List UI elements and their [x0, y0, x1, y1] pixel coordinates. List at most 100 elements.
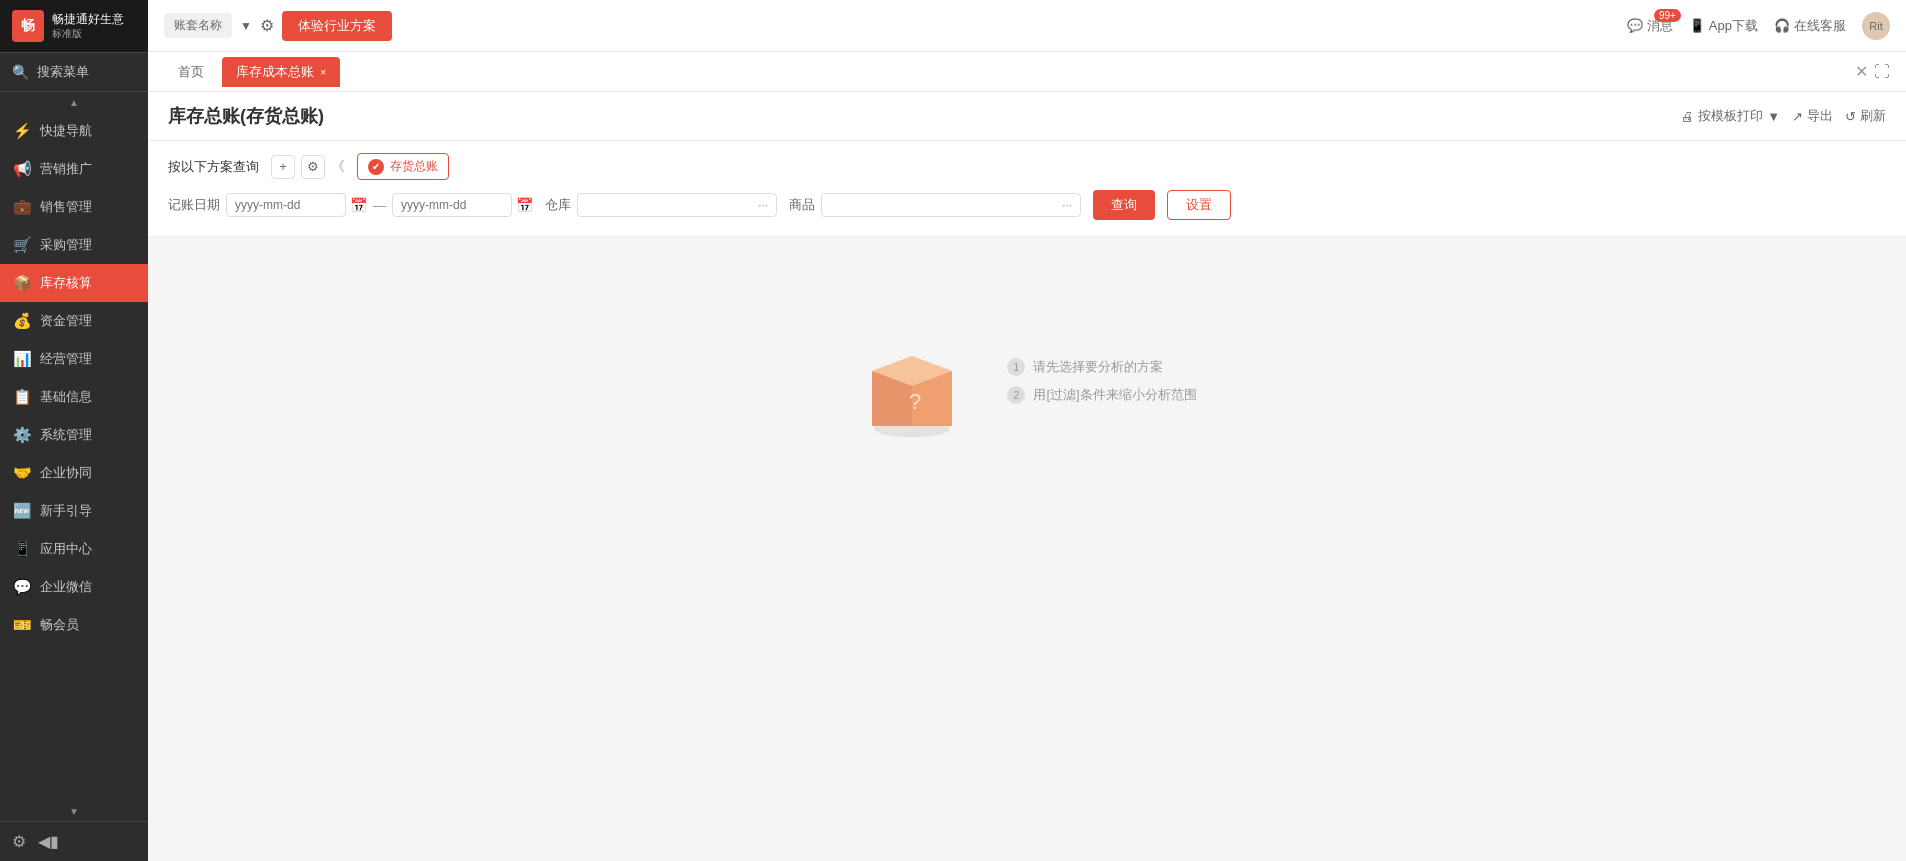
nav-icon-wechat: 💬 [12, 578, 32, 596]
logo-text: 畅捷通好生意 标准版 [52, 11, 124, 42]
date-end-wrap: 📅 [392, 193, 533, 217]
online-service-label: 在线客服 [1794, 17, 1846, 35]
sidebar-footer: ⚙ ◀▮ [0, 821, 148, 861]
warehouse-label: 仓库 [545, 196, 571, 214]
trial-button[interactable]: 体验行业方案 [282, 11, 392, 41]
user-avatar[interactable]: Rit [1862, 12, 1890, 40]
sidebar-item-app-center[interactable]: 📱 应用中心 [0, 530, 148, 568]
scroll-up-arrow[interactable]: ▲ [0, 92, 148, 112]
sidebar-item-marketing[interactable]: 📢 营销推广 [0, 150, 148, 188]
query-button[interactable]: 查询 [1093, 190, 1155, 220]
sidebar-item-member[interactable]: 🎫 畅会员 [0, 606, 148, 644]
panel-expand-button[interactable]: ⛶ [1874, 63, 1890, 81]
export-button[interactable]: ↗ 导出 [1792, 107, 1833, 125]
nav-label-guide: 新手引导 [40, 502, 92, 520]
nav-icon-inventory: 📦 [12, 274, 32, 292]
sidebar-item-cooperation[interactable]: 🤝 企业协同 [0, 454, 148, 492]
sidebar-item-sales[interactable]: 💼 销售管理 [0, 188, 148, 226]
product-input-wrap: ··· [821, 193, 1081, 217]
filter-add-button[interactable]: + [271, 155, 295, 179]
sidebar-item-wechat[interactable]: 💬 企业微信 [0, 568, 148, 606]
tab-home[interactable]: 首页 [164, 57, 218, 87]
sidebar-item-guide[interactable]: 🆕 新手引导 [0, 492, 148, 530]
sidebar-item-basic-info[interactable]: 📋 基础信息 [0, 378, 148, 416]
sidebar: 畅 畅捷通好生意 标准版 🔍 搜索菜单 ▲ ⚡ 快捷导航 📢 营销推广 💼 销售… [0, 0, 148, 861]
page-content: 库存总账(存货总账) 🖨 按模板打印 ▼ ↗ 导出 ↺ 刷新 [148, 92, 1906, 861]
search-icon: 🔍 [12, 64, 29, 80]
nav-icon-basic-info: 📋 [12, 388, 32, 406]
warehouse-more-button[interactable]: ··· [758, 198, 768, 212]
tab-close-panel: ✕ ⛶ [1855, 62, 1890, 81]
export-icon: ↗ [1792, 109, 1803, 124]
nav-label-member: 畅会员 [40, 616, 79, 634]
scroll-down-arrow[interactable]: ▼ [0, 801, 148, 821]
product-more-button[interactable]: ··· [1062, 198, 1072, 212]
print-icon: 🖨 [1681, 109, 1694, 124]
tab-home-label: 首页 [178, 63, 204, 81]
online-service-button[interactable]: 🎧 在线客服 [1774, 17, 1846, 35]
settings-footer-icon[interactable]: ⚙ [12, 832, 26, 851]
tab-inventory-cost[interactable]: 库存成本总账 × [222, 57, 340, 87]
nav-label-finance: 资金管理 [40, 312, 92, 330]
topbar-right: 💬 消息 99+ 📱 App下载 🎧 在线客服 Rit [1627, 12, 1890, 40]
calendar-start-icon[interactable]: 📅 [350, 197, 367, 213]
nav-icon-guide: 🆕 [12, 502, 32, 520]
filter-settings-button[interactable]: ⚙ [301, 155, 325, 179]
tip-num-1: 1 [1007, 358, 1025, 376]
nav-label-operations: 经营管理 [40, 350, 92, 368]
account-dropdown-icon[interactable]: ▼ [240, 19, 252, 33]
nav-icon-operations: 📊 [12, 350, 32, 368]
sidebar-item-inventory[interactable]: 📦 库存核算 [0, 264, 148, 302]
search-label: 搜索菜单 [37, 63, 89, 81]
sidebar-item-system[interactable]: ⚙️ 系统管理 [0, 416, 148, 454]
scheme-label: 存货总账 [390, 158, 438, 175]
nav-icon-marketing: 📢 [12, 160, 32, 178]
tip-text-1: 请先选择要分析的方案 [1033, 358, 1163, 376]
sidebar-item-finance[interactable]: 💰 资金管理 [0, 302, 148, 340]
warehouse-input[interactable] [586, 198, 758, 212]
main-area: 账套名称 ▼ ⚙ 体验行业方案 💬 消息 99+ 📱 App下载 🎧 在线客服 … [148, 0, 1906, 861]
panel-close-button[interactable]: ✕ [1855, 62, 1868, 81]
topbar-left: 账套名称 ▼ ⚙ 体验行业方案 [164, 11, 1627, 41]
app-download-label: App下载 [1709, 17, 1758, 35]
sidebar-item-operations[interactable]: 📊 经营管理 [0, 340, 148, 378]
nav-label-system: 系统管理 [40, 426, 92, 444]
app-download-button[interactable]: 📱 App下载 [1689, 17, 1758, 35]
nav-icon-finance: 💰 [12, 312, 32, 330]
refresh-button[interactable]: ↺ 刷新 [1845, 107, 1886, 125]
account-selector[interactable]: 账套名称 [164, 13, 232, 38]
product-filter-field: 商品 ··· [789, 193, 1081, 217]
nav-label-cooperation: 企业协同 [40, 464, 92, 482]
product-input[interactable] [830, 198, 1062, 212]
tab-close-icon[interactable]: × [320, 66, 326, 78]
empty-tip-2: 2 用[过滤]条件来缩小分析范围 [1007, 386, 1196, 404]
sidebar-item-purchase[interactable]: 🛒 采购管理 [0, 226, 148, 264]
print-button[interactable]: 🖨 按模板打印 ▼ [1681, 107, 1780, 125]
calendar-end-icon[interactable]: 📅 [516, 197, 533, 213]
date-start-input[interactable] [226, 193, 346, 217]
nav-label-basic-info: 基础信息 [40, 388, 92, 406]
sidebar-search[interactable]: 🔍 搜索菜单 [0, 53, 148, 92]
column-settings-button[interactable]: 设置 [1167, 190, 1231, 220]
messages-button[interactable]: 💬 消息 99+ [1627, 17, 1673, 35]
service-icon: 🎧 [1774, 18, 1790, 33]
nav-label-app-center: 应用中心 [40, 540, 92, 558]
page-header: 库存总账(存货总账) 🖨 按模板打印 ▼ ↗ 导出 ↺ 刷新 [148, 92, 1906, 141]
filter-collapse-button[interactable]: 《 [331, 158, 345, 176]
topbar-settings-icon[interactable]: ⚙ [260, 16, 274, 35]
nav-label-inventory: 库存核算 [40, 274, 92, 292]
nav-icon-quick-nav: ⚡ [12, 122, 32, 140]
nav-label-wechat: 企业微信 [40, 578, 92, 596]
print-dropdown-icon[interactable]: ▼ [1767, 109, 1780, 124]
export-label: 导出 [1807, 107, 1833, 125]
nav-label-quick-nav: 快捷导航 [40, 122, 92, 140]
nav-icon-sales: 💼 [12, 198, 32, 216]
scheme-item[interactable]: ✔ 存货总账 [357, 153, 449, 180]
sidebar-item-quick-nav[interactable]: ⚡ 快捷导航 [0, 112, 148, 150]
warehouse-filter-field: 仓库 ··· [545, 193, 777, 217]
nav-icon-cooperation: 🤝 [12, 464, 32, 482]
empty-svg: ? [857, 321, 977, 441]
page-actions: 🖨 按模板打印 ▼ ↗ 导出 ↺ 刷新 [1681, 107, 1886, 125]
sound-footer-icon[interactable]: ◀▮ [38, 832, 59, 851]
date-end-input[interactable] [392, 193, 512, 217]
